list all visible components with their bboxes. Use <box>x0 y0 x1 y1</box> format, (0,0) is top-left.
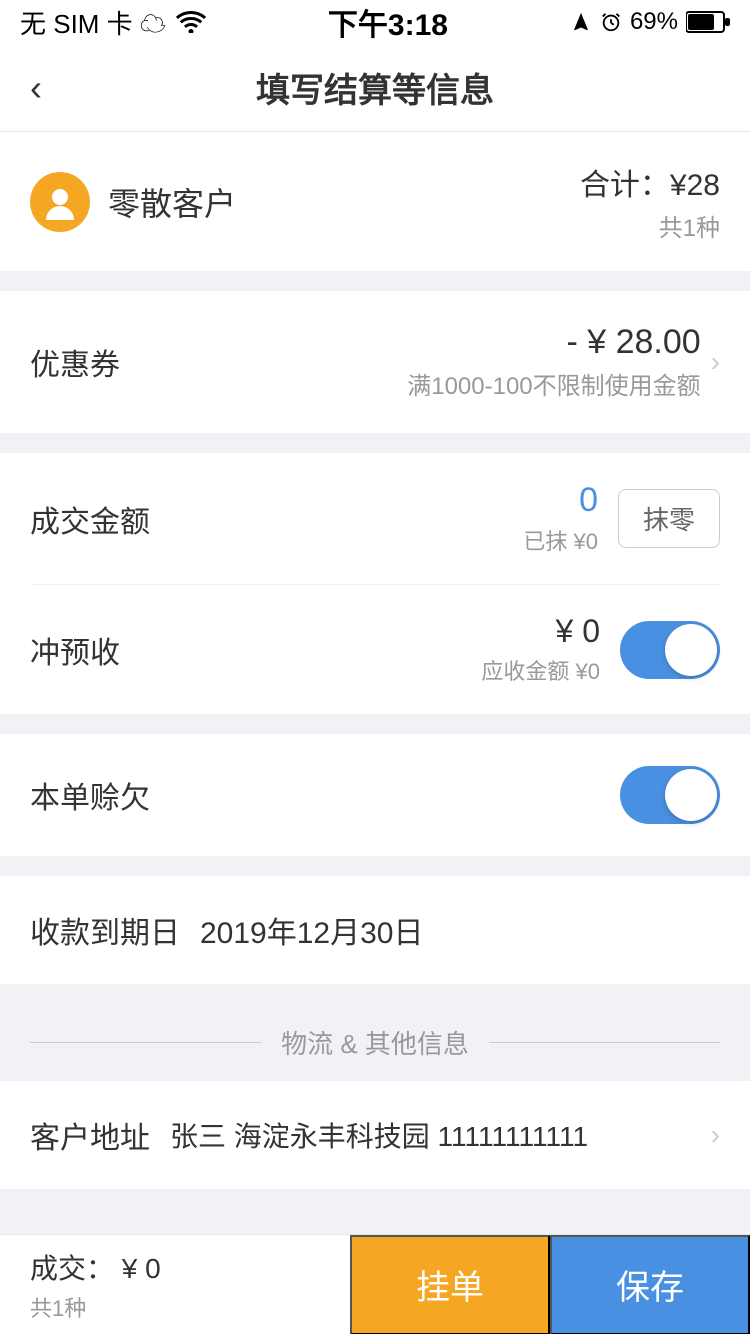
debt-toggle[interactable] <box>620 766 720 824</box>
hold-button[interactable]: 挂单 <box>350 1235 550 1334</box>
transaction-sub: 已抹 ¥0 <box>523 524 598 556</box>
coupon-row[interactable]: 优惠券 - ¥ 28.00 满1000-100不限制使用金额 › <box>0 291 750 433</box>
bottom-summary: 成交： ¥ 0 共1种 <box>0 1247 350 1323</box>
bottom-summary-sub: 共1种 <box>30 1291 320 1323</box>
prereceive-amount: ¥ 0 <box>481 613 600 650</box>
status-bar: 无 SIM 卡 ☁ 下午3:18 69% <box>0 0 750 44</box>
toggle-knob <box>665 624 717 676</box>
prereceive-right: ¥ 0 应收金额 ¥0 <box>481 613 720 686</box>
prereceive-label: 冲预收 <box>30 628 120 672</box>
address-chevron-icon: › <box>711 1119 720 1151</box>
coupon-info: - ¥ 28.00 满1000-100不限制使用金额 <box>407 323 700 401</box>
no-sim-label: 无 SIM 卡 ☁ <box>20 4 166 41</box>
amount-col: 0 已抹 ¥0 <box>523 481 598 556</box>
transaction-right: 0 已抹 ¥0 抹零 <box>523 481 720 556</box>
customer-avatar <box>30 172 90 232</box>
battery-label: 69% <box>630 8 678 36</box>
transaction-row: 成交金额 0 已抹 ¥0 抹零 <box>0 453 750 584</box>
chevron-right-icon: › <box>711 346 720 378</box>
status-right: 69% <box>570 8 730 36</box>
address-label: 客户地址 <box>30 1113 150 1157</box>
debt-label: 本单赊欠 <box>30 773 150 817</box>
status-time: 下午3:18 <box>328 0 448 44</box>
location-icon <box>570 11 592 33</box>
alarm-icon <box>600 11 622 33</box>
save-button[interactable]: 保存 <box>550 1235 750 1334</box>
coupon-sub: 满1000-100不限制使用金额 <box>407 366 700 401</box>
divider-left <box>30 1042 261 1043</box>
coupon-card[interactable]: 优惠券 - ¥ 28.00 满1000-100不限制使用金额 › <box>0 291 750 433</box>
address-row[interactable]: 客户地址 张三 海淀永丰科技园 11111111111 › <box>0 1081 750 1189</box>
transaction-value: 0 <box>523 481 598 520</box>
transaction-label: 成交金额 <box>30 497 150 541</box>
prereceive-row: 冲预收 ¥ 0 应收金额 ¥0 <box>0 585 750 714</box>
debt-toggle-knob <box>665 769 717 821</box>
bottom-summary-top: 成交： ¥ 0 <box>30 1247 320 1287</box>
prereceive-toggle[interactable] <box>620 621 720 679</box>
bottom-bar: 成交： ¥ 0 共1种 挂单 保存 <box>0 1234 750 1334</box>
status-left: 无 SIM 卡 ☁ <box>20 4 206 41</box>
due-date-label: 收款到期日 <box>30 908 180 952</box>
battery-icon <box>686 11 730 33</box>
customer-count: 共1种 <box>580 208 720 243</box>
page-title: 填写结算等信息 <box>256 63 494 112</box>
due-date-value: 2019年12月30日 <box>200 908 423 952</box>
customer-right: 合计：¥28 共1种 <box>580 160 720 243</box>
transaction-section: 成交金额 0 已抹 ¥0 抹零 冲预收 ¥ 0 应收金额 ¥0 <box>0 453 750 714</box>
content: 零散客户 合计：¥28 共1种 优惠券 - ¥ 28.00 满1000-100不… <box>0 132 750 1309</box>
coupon-label: 优惠券 <box>30 340 120 384</box>
smash-zero-button[interactable]: 抹零 <box>618 489 720 548</box>
address-value: 张三 海淀永丰科技园 11111111111 <box>150 1115 711 1155</box>
coupon-right: - ¥ 28.00 满1000-100不限制使用金额 › <box>407 323 720 401</box>
customer-total: 合计：¥28 <box>580 160 720 204</box>
back-button[interactable]: ‹ <box>30 67 42 109</box>
coupon-discount: - ¥ 28.00 <box>407 323 700 362</box>
customer-left: 零散客户 <box>30 172 236 232</box>
due-date-row: 收款到期日 2019年12月30日 <box>0 876 750 984</box>
nav-bar: ‹ 填写结算等信息 <box>0 44 750 132</box>
customer-card: 零散客户 合计：¥28 共1种 <box>0 132 750 271</box>
debt-row: 本单赊欠 <box>0 734 750 856</box>
customer-row: 零散客户 合计：¥28 共1种 <box>0 132 750 271</box>
wifi-icon <box>176 11 206 33</box>
logistics-title: 物流 & 其他信息 <box>261 1024 489 1061</box>
customer-name: 零散客户 <box>108 179 236 225</box>
prereceive-sub: 应收金额 ¥0 <box>481 654 600 686</box>
avatar-icon <box>42 184 78 220</box>
divider-right <box>489 1042 720 1043</box>
logistics-header: 物流 & 其他信息 <box>0 1004 750 1081</box>
prereceive-values: ¥ 0 应收金额 ¥0 <box>481 613 600 686</box>
